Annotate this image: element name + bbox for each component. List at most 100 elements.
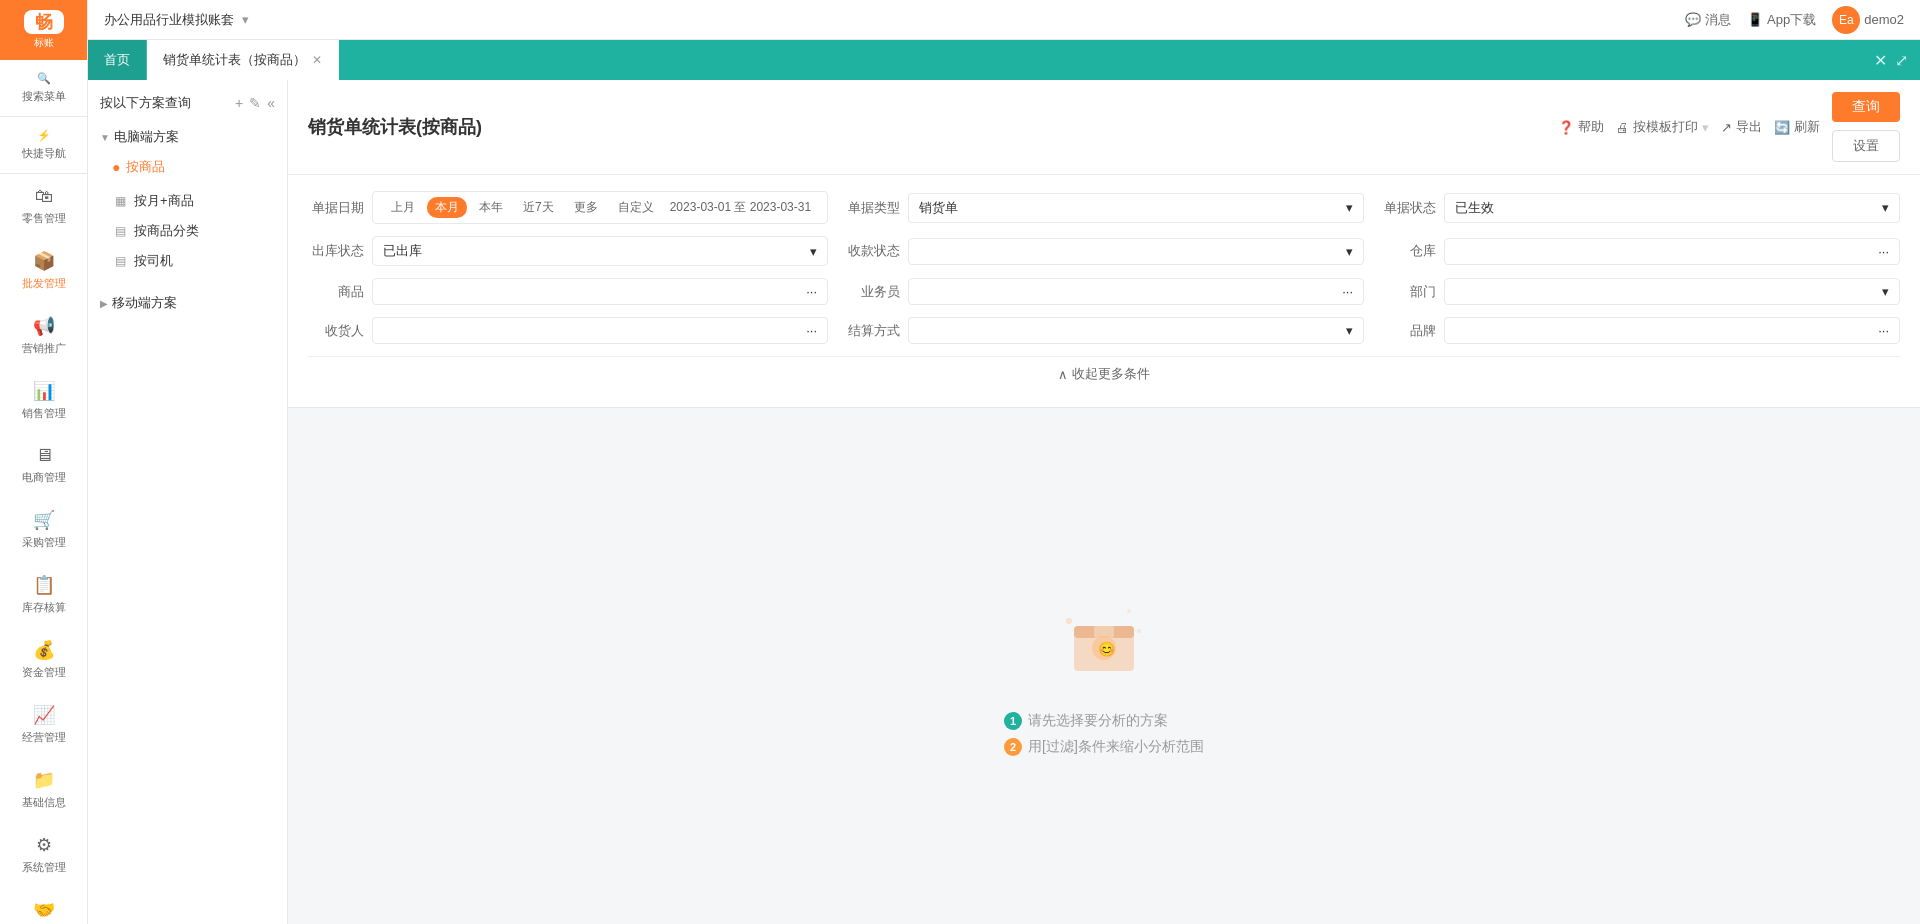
search-icon: 🔍: [37, 72, 51, 85]
empty-tip-2: 2 用[过滤]条件来缩小分析范围: [1004, 738, 1204, 756]
sidebar-item-system[interactable]: ⚙ 系统管理: [0, 822, 87, 887]
tab-bar: 首页 销货单统计表（按商品） ✕ ✕ ⤢: [88, 40, 1920, 80]
goods-more-icon[interactable]: ···: [806, 284, 817, 299]
header-left: 办公用品行业模拟账套 ▾: [104, 11, 249, 29]
date-tab-this-year[interactable]: 本年: [471, 197, 511, 218]
query-button[interactable]: 查询: [1832, 92, 1900, 122]
scheme-add-btn[interactable]: +: [235, 95, 243, 111]
logo-text: 标账: [34, 36, 54, 50]
refresh-btn[interactable]: 🔄 刷新: [1774, 118, 1820, 136]
sidebar-item-label: 系统管理: [22, 860, 66, 875]
refresh-label: 刷新: [1794, 118, 1820, 136]
date-tabs-row: 上月 本月 本年 近7天 更多 自定义 2023-03-01 至 2023-03…: [383, 197, 817, 218]
payment-method-dropdown-icon: ▾: [1346, 323, 1353, 338]
scheme-edit-btn[interactable]: ✎: [249, 95, 261, 111]
message-btn[interactable]: 💬 消息: [1685, 11, 1731, 29]
date-tab-custom[interactable]: 自定义: [610, 197, 662, 218]
settings-button[interactable]: 设置: [1832, 130, 1900, 162]
tip-num-1: 1: [1004, 712, 1022, 730]
sidebar-item-search-menu[interactable]: 🔍 搜索菜单: [0, 60, 87, 117]
date-tab-last-month[interactable]: 上月: [383, 197, 423, 218]
sidebar-item-label: 销售管理: [22, 406, 66, 421]
user-profile[interactable]: Ea demo2: [1832, 6, 1904, 34]
out-status-dropdown-icon: ▾: [810, 244, 817, 259]
tab-close-btn[interactable]: ✕: [312, 53, 322, 67]
sidebar-item-basic[interactable]: 📁 基础信息: [0, 757, 87, 822]
system-icon: ⚙: [36, 834, 52, 856]
scheme-section-desktop-header[interactable]: ▼ 电脑端方案: [88, 122, 287, 152]
date-picker[interactable]: 上月 本月 本年 近7天 更多 自定义 2023-03-01 至 2023-03…: [372, 191, 828, 224]
tip-text-1: 请先选择要分析的方案: [1028, 712, 1168, 730]
date-tab-more[interactable]: 更多: [566, 197, 606, 218]
out-status-value: 已出库: [383, 242, 422, 260]
payment-method-selector[interactable]: ▾: [908, 317, 1364, 344]
collapse-btn[interactable]: ∧ 收起更多条件: [308, 356, 1900, 391]
date-tab-this-month[interactable]: 本月: [427, 197, 467, 218]
dropdown-icon[interactable]: ▾: [242, 12, 249, 27]
tab-report[interactable]: 销货单统计表（按商品） ✕: [147, 40, 339, 80]
tab-home[interactable]: 首页: [88, 40, 147, 80]
date-tab-7days[interactable]: 近7天: [515, 197, 562, 218]
export-btn[interactable]: ↗ 导出: [1721, 118, 1762, 136]
help-icon: ❓: [1558, 120, 1574, 135]
scheme-item-goods-category[interactable]: ▤ 按商品分类: [88, 216, 287, 246]
scheme-item-label: 按商品: [126, 158, 165, 176]
scheme-item-label: 按商品分类: [134, 222, 199, 240]
salesperson-more-icon[interactable]: ···: [1342, 284, 1353, 299]
brand-more-icon[interactable]: ···: [1878, 323, 1889, 338]
receiver-more-icon[interactable]: ···: [806, 323, 817, 338]
sidebar-item-ecommerce[interactable]: 🖥 电商管理: [0, 433, 87, 497]
sidebar-item-inventory[interactable]: 📋 库存核算: [0, 562, 87, 627]
receiver-selector[interactable]: ···: [372, 317, 828, 344]
scheme-header: 按以下方案查询 + ✎ «: [88, 88, 287, 118]
scheme-item-driver[interactable]: ▤ 按司机: [88, 246, 287, 276]
sidebar-item-quick-nav[interactable]: ⚡ 快捷导航: [0, 117, 87, 174]
page-actions: ❓ 帮助 🖨 按模板打印 ▾ ↗ 导出 🔄 刷新: [1558, 92, 1900, 162]
filter-row-3: 商品 ··· 业务员 ··· 部门: [308, 278, 1900, 305]
print-btn[interactable]: 🖨 按模板打印 ▾: [1616, 118, 1709, 136]
warehouse-selector[interactable]: ···: [1444, 238, 1900, 265]
scheme-collapse-btn[interactable]: «: [267, 95, 275, 111]
grid-icon: ▦: [112, 193, 128, 209]
sidebar-item-label: 营销推广: [22, 341, 66, 356]
avatar: Ea: [1832, 6, 1860, 34]
dept-selector[interactable]: ▾: [1444, 278, 1900, 305]
sidebar-item-operation[interactable]: 📈 经营管理: [0, 692, 87, 757]
sidebar-item-marketing[interactable]: 📢 营销推广: [0, 303, 87, 368]
help-btn[interactable]: ❓ 帮助: [1558, 118, 1604, 136]
doc-type-selector[interactable]: 销货单 ▾: [908, 193, 1364, 223]
filter-row-4: 收货人 ··· 结算方式 ▾ 品牌: [308, 317, 1900, 344]
tab-expand-btn[interactable]: ⤢: [1895, 51, 1908, 70]
sidebar-item-finance[interactable]: 💰 资金管理: [0, 627, 87, 692]
sidebar-item-sales[interactable]: 📊 销售管理: [0, 368, 87, 433]
sidebar-item-wholesale[interactable]: 📦 批发管理: [0, 238, 87, 303]
tab-close-all-btn[interactable]: ✕: [1874, 51, 1887, 70]
driver-icon: ▤: [112, 253, 128, 269]
marketing-icon: 📢: [33, 315, 55, 337]
svg-point-7: [1127, 609, 1131, 613]
payment-status-selector[interactable]: ▾: [908, 238, 1364, 265]
goods-selector[interactable]: ···: [372, 278, 828, 305]
scheme-section-mobile-header[interactable]: ▶ 移动端方案: [88, 288, 287, 318]
payment-status-dropdown-icon: ▾: [1346, 244, 1353, 259]
active-dot-icon: ●: [112, 159, 120, 175]
collapse-label: 收起更多条件: [1072, 365, 1150, 383]
app-download-btn[interactable]: 📱 App下载: [1747, 11, 1816, 29]
scheme-item-by-goods[interactable]: ● 按商品: [88, 152, 287, 182]
header-right: 💬 消息 📱 App下载 Ea demo2: [1685, 6, 1904, 34]
salesperson-selector[interactable]: ···: [908, 278, 1364, 305]
top-header: 办公用品行业模拟账套 ▾ 💬 消息 📱 App下载 Ea demo2: [88, 0, 1920, 40]
sidebar-item-label: 批发管理: [22, 276, 66, 291]
out-status-selector[interactable]: 已出库 ▾: [372, 236, 828, 266]
warehouse-more-icon[interactable]: ···: [1878, 244, 1889, 259]
scheme-section-label: 电脑端方案: [114, 128, 179, 146]
doc-status-selector[interactable]: 已生效 ▾: [1444, 193, 1900, 223]
filter-payment-status: 收款状态 ▾: [844, 238, 1364, 265]
print-dropdown-icon[interactable]: ▾: [1702, 120, 1709, 135]
sidebar-item-collab[interactable]: 🤝 企业协同: [0, 887, 87, 924]
sidebar-item-purchase[interactable]: 🛒 采购管理: [0, 497, 87, 562]
scheme-item-month-goods[interactable]: ▦ 按月+商品: [88, 186, 287, 216]
refresh-icon: 🔄: [1774, 120, 1790, 135]
sidebar-item-retail[interactable]: 🛍 零售管理: [0, 174, 87, 238]
brand-selector[interactable]: ···: [1444, 317, 1900, 344]
